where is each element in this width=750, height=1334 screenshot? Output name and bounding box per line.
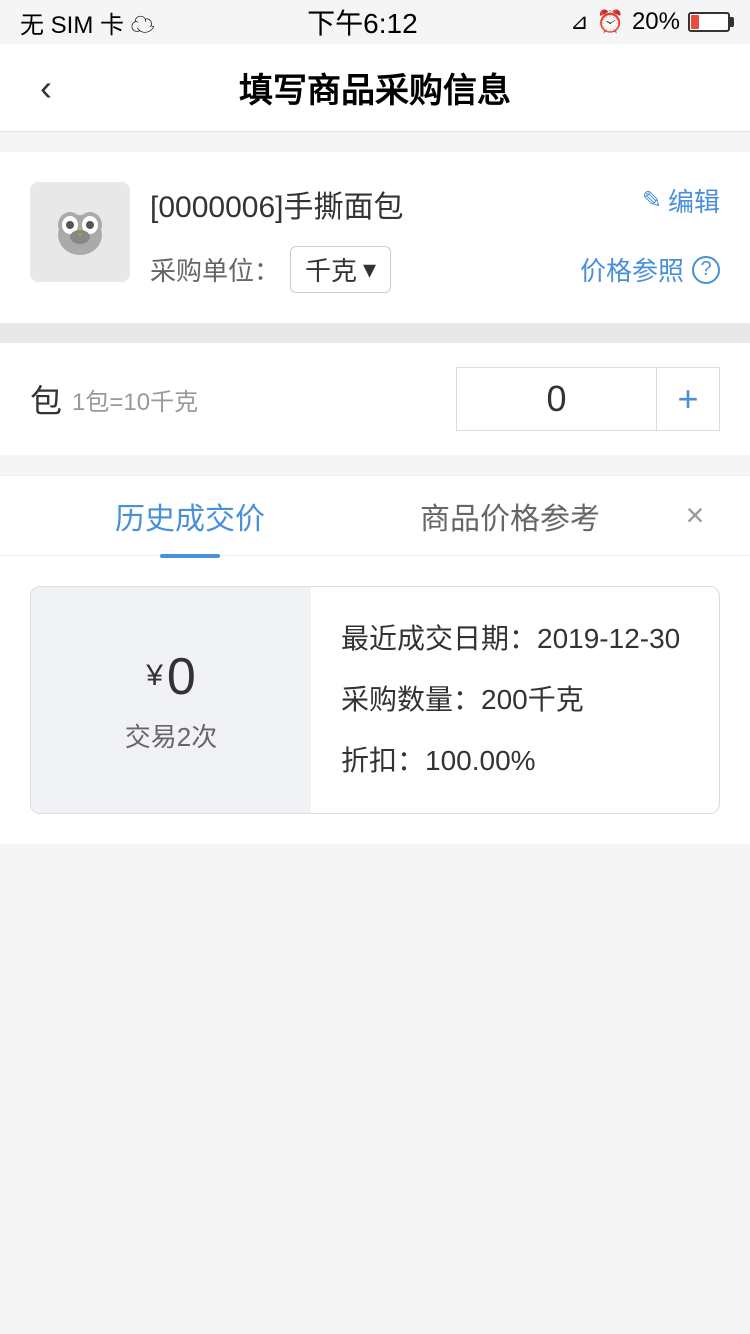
price-number: 0 [167, 647, 196, 707]
trade-count: 交易2次 [125, 717, 217, 754]
product-image-icon [45, 197, 115, 267]
quantity-control: + [456, 367, 720, 431]
battery-pct: 20% [632, 8, 680, 36]
unit-select[interactable]: 千克 ▾ [290, 246, 391, 293]
discount-label: 折扣： [341, 745, 425, 776]
product-header: [0000006]手撕面包 ✎ 编辑 [150, 182, 720, 226]
quantity-row: 包 1包=10千克 + [0, 343, 750, 455]
discount-line: 折扣：100.00% [341, 739, 689, 784]
product-name: [0000006]手撕面包 [150, 182, 403, 226]
quantity-input[interactable] [456, 367, 656, 431]
unit-prefix: 采购单位： [150, 251, 280, 288]
edit-label: 编辑 [668, 182, 720, 219]
unit-label: 包 1包=10千克 [30, 376, 198, 422]
unit-value: 千克 [305, 251, 357, 288]
price-reference-button[interactable]: 价格参照 ? [580, 251, 720, 288]
history-price-section: ¥ 0 交易2次 [31, 587, 311, 813]
status-bar: 无 SIM 卡 ☁ 下午6:12 ⊿ ⏰ 20% [0, 0, 750, 44]
sim-label: 无 SIM 卡 ☁ [20, 5, 155, 40]
status-left: 无 SIM 卡 ☁ [20, 5, 155, 40]
history-card: ¥ 0 交易2次 最近成交日期：2019-12-30 采购数量：200千克 折扣… [30, 586, 720, 814]
nav-bar: ‹ 填写商品采购信息 [0, 44, 750, 132]
section-divider [0, 323, 750, 343]
help-icon[interactable]: ? [692, 256, 720, 284]
discount-value: 100.00% [425, 745, 536, 776]
battery-indicator [688, 12, 730, 32]
page-title: 填写商品采购信息 [239, 63, 511, 112]
status-right: ⊿ ⏰ 20% [570, 8, 730, 36]
price-amount: ¥ 0 [146, 647, 196, 707]
product-unit-row: 采购单位： 千克 ▾ 价格参照 ? [150, 246, 720, 293]
currency-symbol: ¥ [146, 659, 163, 693]
recent-date-label: 最近成交日期： [341, 623, 537, 654]
recent-date-line: 最近成交日期：2019-12-30 [341, 617, 689, 662]
unit-sub-text: 1包=10千克 [72, 382, 198, 417]
tab-history-price[interactable]: 历史成交价 [30, 474, 350, 558]
edit-icon: ✎ [642, 186, 662, 215]
product-thumbnail [30, 182, 130, 282]
tabs-container: 历史成交价 商品价格参考 × ¥ 0 交易2次 最近成交日期：2019-12-3… [0, 475, 750, 844]
location-icon: ⊿ [570, 9, 588, 35]
purchase-qty-line: 采购数量：200千克 [341, 678, 689, 723]
question-mark: ? [700, 258, 711, 281]
tab-price-reference[interactable]: 商品价格参考 [350, 474, 670, 558]
alarm-icon: ⏰ [597, 9, 624, 35]
tabs-header: 历史成交价 商品价格参考 × [0, 476, 750, 556]
product-info: [0000006]手撕面包 ✎ 编辑 采购单位： 千克 ▾ 价格参照 [150, 182, 720, 293]
purchase-qty-label: 采购数量： [341, 684, 481, 715]
quantity-plus-button[interactable]: + [656, 367, 720, 431]
page-container: 无 SIM 卡 ☁ 下午6:12 ⊿ ⏰ 20% ‹ 填写商品采购信息 [0, 0, 750, 1334]
dropdown-arrow-icon: ▾ [363, 254, 376, 285]
product-card: [0000006]手撕面包 ✎ 编辑 采购单位： 千克 ▾ 价格参照 [0, 152, 750, 323]
recent-date-value: 2019-12-30 [537, 623, 680, 654]
tabs-close-button[interactable]: × [670, 491, 720, 541]
back-button[interactable]: ‹ [30, 57, 62, 119]
unit-text: 包 [30, 376, 62, 422]
status-time: 下午6:12 [307, 2, 418, 42]
unit-left: 采购单位： 千克 ▾ [150, 246, 391, 293]
tabs-content: ¥ 0 交易2次 最近成交日期：2019-12-30 采购数量：200千克 折扣… [0, 556, 750, 844]
history-details: 最近成交日期：2019-12-30 采购数量：200千克 折扣：100.00% [311, 587, 719, 813]
price-ref-label: 价格参照 [580, 251, 684, 288]
edit-button[interactable]: ✎ 编辑 [642, 182, 720, 219]
purchase-qty-value: 200千克 [481, 684, 584, 715]
